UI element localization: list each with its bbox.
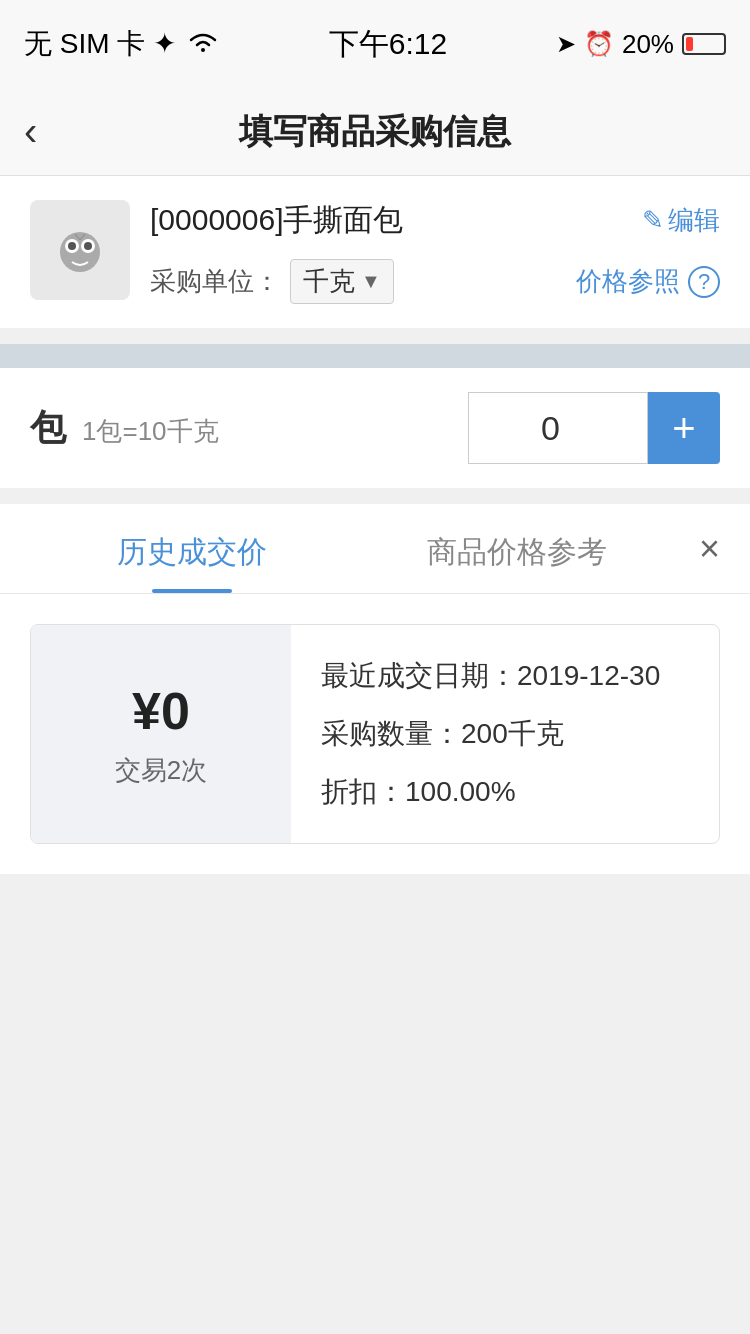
tab-close-button[interactable]: × <box>679 508 720 590</box>
product-name-row: [0000006]手撕面包 ✎ 编辑 <box>150 200 720 241</box>
history-date-row: 最近成交日期：2019-12-30 <box>321 655 689 697</box>
history-date-value: 2019-12-30 <box>517 660 660 691</box>
svg-point-4 <box>84 242 92 250</box>
history-discount-label: 折扣： <box>321 776 405 807</box>
header: ‹ 填写商品采购信息 <box>0 88 750 176</box>
product-name: [0000006]手撕面包 <box>150 200 403 241</box>
product-thumbnail <box>30 200 130 300</box>
history-left-panel: ¥0 交易2次 <box>31 625 291 843</box>
edit-icon: ✎ <box>642 205 664 236</box>
unit-label: 采购单位： <box>150 264 280 299</box>
history-qty-label: 采购数量： <box>321 718 461 749</box>
section-divider <box>0 344 750 368</box>
battery-icon <box>682 33 726 55</box>
back-button[interactable]: ‹ <box>24 109 37 154</box>
history-discount-row: 折扣：100.00% <box>321 771 689 813</box>
qty-input-group: + <box>468 392 720 464</box>
status-left: 无 SIM 卡 ✦ <box>24 25 220 63</box>
edit-button[interactable]: ✎ 编辑 <box>642 203 720 238</box>
product-section: [0000006]手撕面包 ✎ 编辑 采购单位： 千克 ▼ 价格参照 ? <box>0 176 750 328</box>
tab-history-price[interactable]: 历史成交价 <box>30 504 354 593</box>
signal-text: 无 SIM 卡 ✦ <box>24 25 176 63</box>
price-ref-label: 价格参照 <box>576 264 680 299</box>
tab-content: ¥0 交易2次 最近成交日期：2019-12-30 采购数量：200千克 折扣：… <box>0 594 750 874</box>
help-icon: ? <box>688 266 720 298</box>
status-time: 下午6:12 <box>329 24 447 65</box>
unit-select[interactable]: 千克 ▼ <box>290 259 394 304</box>
status-bar: 无 SIM 卡 ✦ 下午6:12 ➤ ⏰ 20% <box>0 0 750 88</box>
history-card: ¥0 交易2次 最近成交日期：2019-12-30 采购数量：200千克 折扣：… <box>30 624 720 844</box>
status-right: ➤ ⏰ 20% <box>556 29 726 60</box>
history-qty-row: 采购数量：200千克 <box>321 713 689 755</box>
history-discount-value: 100.00% <box>405 776 516 807</box>
tab-product-price[interactable]: 商品价格参考 <box>354 504 678 593</box>
unit-row: 采购单位： 千克 ▼ 价格参照 ? <box>150 259 720 304</box>
unit-value: 千克 <box>303 264 355 299</box>
tabs-section: 历史成交价 商品价格参考 × ¥0 交易2次 最近成交日期：2019-12-30… <box>0 504 750 874</box>
quantity-section: 包 1包=10千克 + <box>0 368 750 488</box>
dropdown-arrow-icon: ▼ <box>361 270 381 293</box>
qty-conversion-label: 1包=10千克 <box>82 414 219 449</box>
tab-history-label: 历史成交价 <box>117 535 267 568</box>
page-title: 填写商品采购信息 <box>239 109 511 155</box>
wifi-icon <box>186 28 220 61</box>
qty-label-group: 包 1包=10千克 <box>30 404 219 453</box>
edit-label: 编辑 <box>668 203 720 238</box>
product-row: [0000006]手撕面包 ✎ 编辑 采购单位： 千克 ▼ 价格参照 ? <box>30 200 720 304</box>
history-qty-value: 200千克 <box>461 718 564 749</box>
price-ref-button[interactable]: 价格参照 ? <box>576 264 720 299</box>
tab-product-label: 商品价格参考 <box>427 535 607 568</box>
history-trade-count: 交易2次 <box>115 753 207 788</box>
history-price: ¥0 <box>132 681 190 741</box>
location-icon: ➤ <box>556 30 576 58</box>
history-right-panel: 最近成交日期：2019-12-30 采购数量：200千克 折扣：100.00% <box>291 625 719 843</box>
history-date-label: 最近成交日期： <box>321 660 517 691</box>
alarm-icon: ⏰ <box>584 30 614 58</box>
tabs-header: 历史成交价 商品价格参考 × <box>0 504 750 594</box>
product-info: [0000006]手撕面包 ✎ 编辑 采购单位： 千克 ▼ 价格参照 ? <box>150 200 720 304</box>
qty-unit-label: 包 <box>30 404 66 453</box>
qty-plus-button[interactable]: + <box>648 392 720 464</box>
battery-percent: 20% <box>622 29 674 60</box>
quantity-input[interactable] <box>468 392 648 464</box>
svg-point-3 <box>68 242 76 250</box>
